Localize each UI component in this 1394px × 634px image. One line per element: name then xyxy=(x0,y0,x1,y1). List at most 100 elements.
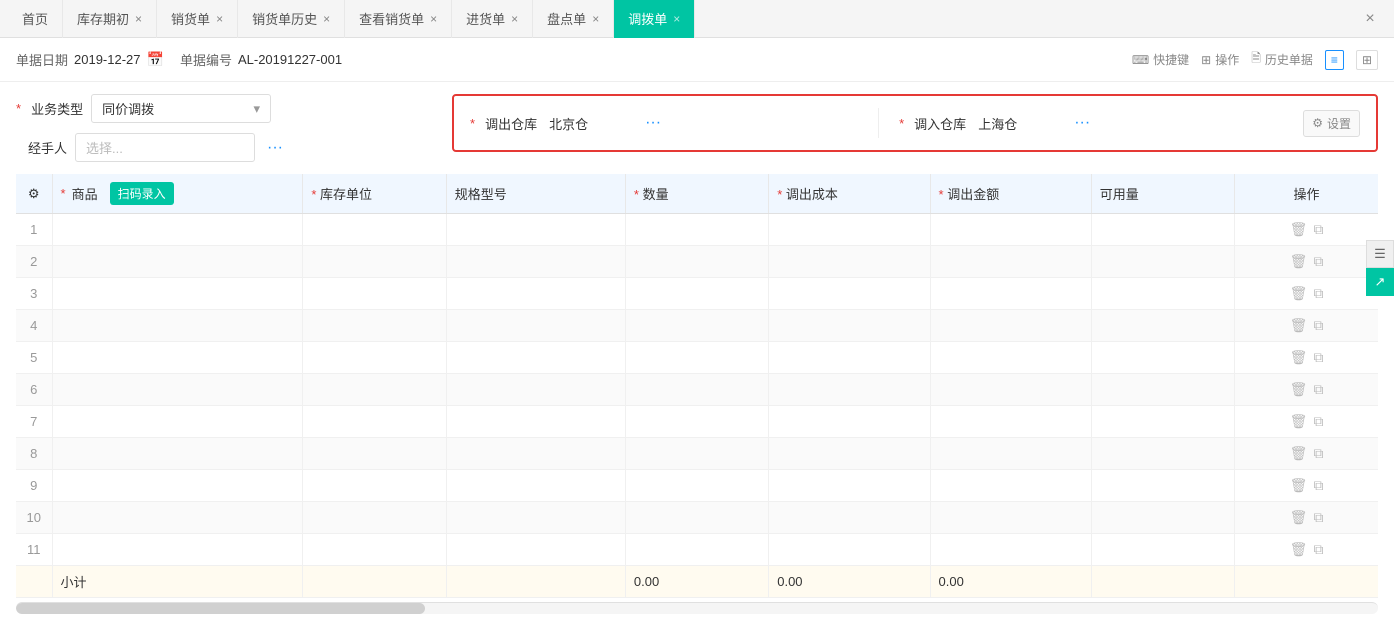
delete-icon[interactable]: 🗑 xyxy=(1290,285,1308,302)
delete-icon[interactable]: 🗑 xyxy=(1290,413,1308,430)
goods-column-header: * 商品 扫码录入 xyxy=(52,174,303,214)
view-toggle-grid[interactable]: ⊞ xyxy=(1356,50,1378,70)
copy-icon[interactable]: ⧉ xyxy=(1313,285,1323,302)
subtotal-qty: 0.00 xyxy=(625,566,768,598)
ops-column-header: 操作 xyxy=(1235,174,1378,214)
handler-more-button[interactable]: ··· xyxy=(267,139,283,157)
table-container: ⚙ * 商品 扫码录入 * 库存单位 规格型号 * xyxy=(0,174,1394,598)
copy-icon[interactable]: ⧉ xyxy=(1313,509,1323,526)
in-warehouse-more-button[interactable]: ··· xyxy=(1074,114,1090,132)
side-list-button[interactable]: ☰ xyxy=(1366,240,1394,268)
amount-column-header: * 调出金额 xyxy=(930,174,1091,214)
transfer-table: ⚙ * 商品 扫码录入 * 库存单位 规格型号 * xyxy=(16,174,1378,598)
tab-home[interactable]: 首页 xyxy=(8,0,63,38)
tab-close-inventory-check[interactable]: × xyxy=(592,12,599,26)
spec-column-header: 规格型号 xyxy=(446,174,625,214)
copy-icon[interactable]: ⧉ xyxy=(1313,477,1323,494)
subtotal-amount: 0.00 xyxy=(930,566,1091,598)
delete-icon[interactable]: 🗑 xyxy=(1290,317,1308,334)
copy-icon[interactable]: ⧉ xyxy=(1313,541,1323,558)
operation-icon: ⊞ xyxy=(1201,53,1211,67)
tab-close-transfer[interactable]: × xyxy=(673,12,680,26)
required-star-business: * xyxy=(16,101,21,116)
tab-close-inventory-init[interactable]: × xyxy=(135,12,142,26)
copy-icon[interactable]: ⧉ xyxy=(1313,253,1323,270)
copy-icon[interactable]: ⧉ xyxy=(1313,413,1323,430)
copy-icon[interactable]: ⧉ xyxy=(1313,445,1323,462)
tab-close-sales-order[interactable]: × xyxy=(216,12,223,26)
gear-icon: ⚙ xyxy=(28,186,40,201)
table-row: 8🗑⧉ xyxy=(16,438,1378,470)
external-link-icon: ↗ xyxy=(1375,274,1386,290)
gear-column-header[interactable]: ⚙ xyxy=(16,174,52,214)
operation-button[interactable]: ⊞ 操作 xyxy=(1201,51,1239,68)
delete-icon[interactable]: 🗑 xyxy=(1290,445,1308,462)
horizontal-scrollbar[interactable] xyxy=(16,602,1378,614)
tab-inventory-check[interactable]: 盘点单 × xyxy=(533,0,614,38)
form-left: * 业务类型 同价调拨 ▾ 经手人 选择... ··· xyxy=(16,94,436,162)
subtotal-cost: 0.00 xyxy=(769,566,930,598)
unit-column-header: * 库存单位 xyxy=(303,174,446,214)
tab-sales-order[interactable]: 销货单 × xyxy=(157,0,238,38)
settings-icon: ⚙ xyxy=(1312,116,1323,130)
shortcut-icon: ⌨ xyxy=(1132,53,1149,67)
history-button[interactable]: 🗎 历史单据 xyxy=(1251,49,1313,70)
tab-close-sales-history[interactable]: × xyxy=(323,12,330,26)
delete-icon[interactable]: 🗑 xyxy=(1290,381,1308,398)
calendar-icon[interactable]: 📅 xyxy=(147,51,164,68)
grid-view-icon: ⊞ xyxy=(1362,53,1372,67)
out-warehouse-section: * 调出仓库 北京仓 ··· xyxy=(470,114,858,133)
list-view-icon: ≡ xyxy=(1331,53,1338,67)
table-row: 6🗑⧉ xyxy=(16,374,1378,406)
handler-select[interactable]: 选择... xyxy=(75,133,255,162)
table-row: 4🗑⧉ xyxy=(16,310,1378,342)
table-row: 2🗑⧉ xyxy=(16,246,1378,278)
view-toggle-list[interactable]: ≡ xyxy=(1325,50,1344,70)
side-list-icon: ☰ xyxy=(1374,246,1386,262)
table-row: 9🗑⧉ xyxy=(16,470,1378,502)
business-type-select[interactable]: 同价调拨 ▾ xyxy=(91,94,271,123)
window-close-button[interactable]: × xyxy=(1354,3,1386,35)
delete-icon[interactable]: 🗑 xyxy=(1290,349,1308,366)
delete-icon[interactable]: 🗑 xyxy=(1290,221,1308,238)
tab-inventory-init[interactable]: 库存期初 × xyxy=(63,0,157,38)
table-row: 1🗑⧉ xyxy=(16,214,1378,246)
table-row: 3🗑⧉ xyxy=(16,278,1378,310)
cost-column-header: * 调出成本 xyxy=(769,174,930,214)
table-header-row: ⚙ * 商品 扫码录入 * 库存单位 规格型号 * xyxy=(16,174,1378,214)
avail-column-header: 可用量 xyxy=(1091,174,1234,214)
toolbar: 单据日期 2019-12-27 📅 单据编号 AL-20191227-001 ⌨… xyxy=(0,38,1394,82)
delete-icon[interactable]: 🗑 xyxy=(1290,477,1308,494)
side-external-link-button[interactable]: ↗ xyxy=(1366,268,1394,296)
delete-icon[interactable]: 🗑 xyxy=(1290,541,1308,558)
required-star-out-warehouse: * xyxy=(470,116,475,131)
order-number-field: 单据编号 AL-20191227-001 xyxy=(180,50,342,69)
delete-icon[interactable]: 🗑 xyxy=(1290,509,1308,526)
side-buttons: ☰ ↗ xyxy=(1366,240,1394,296)
handler-field: 经手人 选择... ··· xyxy=(16,133,436,162)
tab-sales-history[interactable]: 销货单历史 × xyxy=(238,0,345,38)
copy-icon[interactable]: ⧉ xyxy=(1313,317,1323,334)
table-row: 11🗑⧉ xyxy=(16,534,1378,566)
shortcut-button[interactable]: ⌨ 快捷键 xyxy=(1132,51,1189,68)
warehouse-section: * 调出仓库 北京仓 ··· * 调入仓库 上海仓 ··· ⚙ 设置 xyxy=(452,94,1378,152)
settings-button[interactable]: ⚙ 设置 xyxy=(1303,110,1360,137)
tab-close-purchase-order[interactable]: × xyxy=(511,12,518,26)
tab-close-view-sales[interactable]: × xyxy=(430,12,437,26)
copy-icon[interactable]: ⧉ xyxy=(1313,381,1323,398)
scrollbar-thumb[interactable] xyxy=(16,603,425,614)
subtotal-row: 小计 0.00 0.00 0.00 xyxy=(16,566,1378,598)
tab-purchase-order[interactable]: 进货单 × xyxy=(452,0,533,38)
scan-button[interactable]: 扫码录入 xyxy=(110,182,174,205)
qty-column-header: * 数量 xyxy=(625,174,768,214)
out-warehouse-more-button[interactable]: ··· xyxy=(645,114,661,132)
table-row: 5🗑⧉ xyxy=(16,342,1378,374)
delete-icon[interactable]: 🗑 xyxy=(1290,253,1308,270)
copy-icon[interactable]: ⧉ xyxy=(1313,221,1323,238)
warehouse-divider xyxy=(878,108,879,138)
tab-view-sales[interactable]: 查看销货单 × xyxy=(345,0,452,38)
in-warehouse-section: * 调入仓库 上海仓 ··· xyxy=(899,114,1287,133)
copy-icon[interactable]: ⧉ xyxy=(1313,349,1323,366)
form-area: * 业务类型 同价调拨 ▾ 经手人 选择... ··· * 调出仓库 北京仓 ·… xyxy=(0,82,1394,174)
tab-transfer[interactable]: 调拨单 × xyxy=(614,0,695,38)
